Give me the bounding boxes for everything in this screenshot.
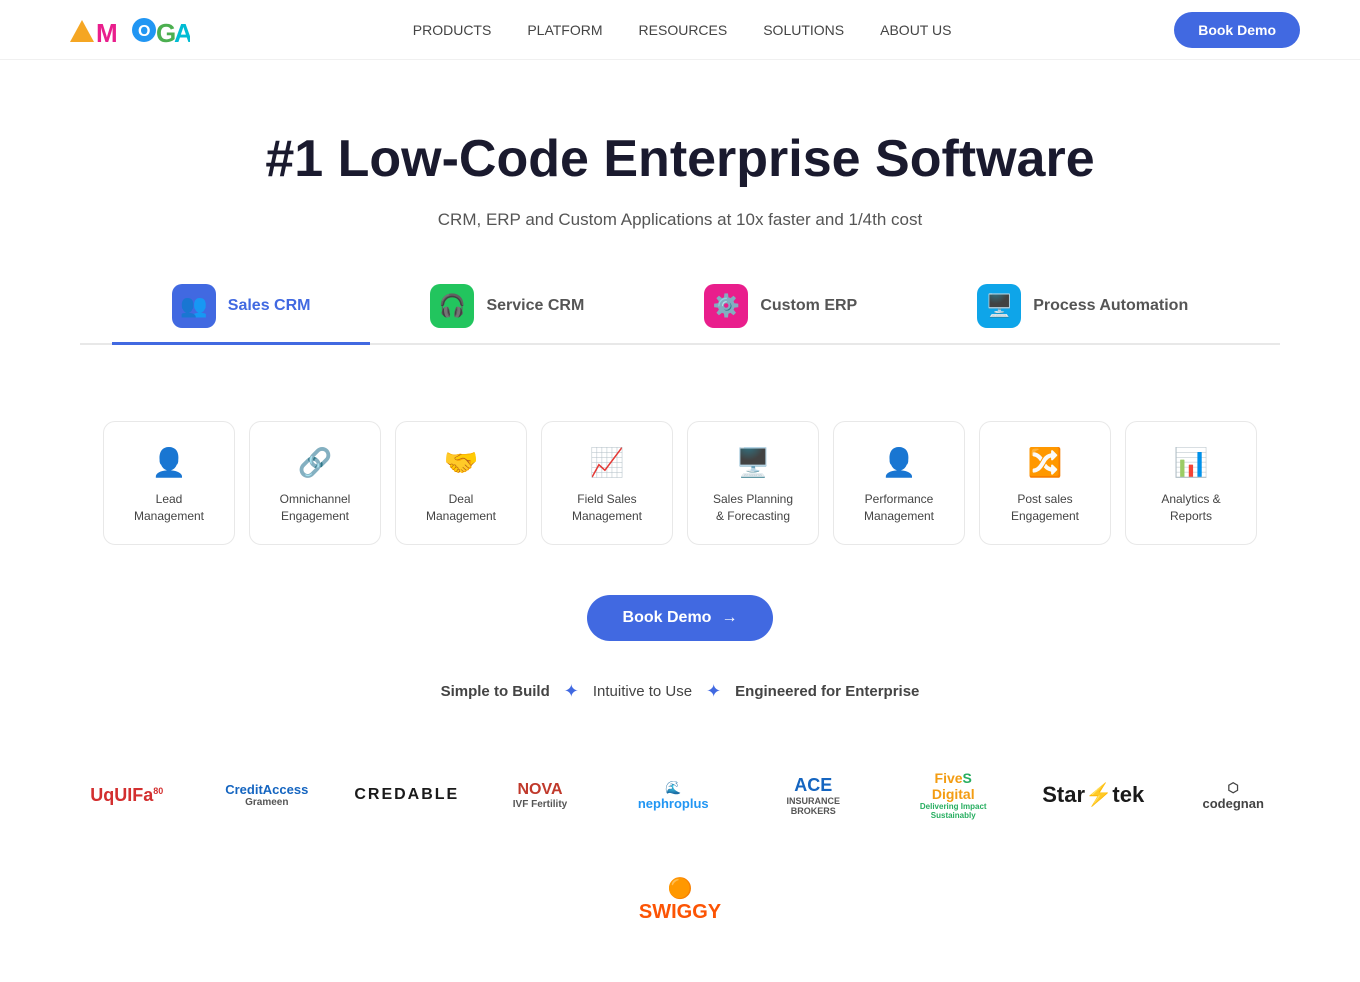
feature-performance-management[interactable]: 👤 PerformanceManagement bbox=[833, 421, 965, 546]
logo-credable: CREDABLE bbox=[357, 778, 457, 812]
logo-nephroplus-text: 🌊 nephroplus bbox=[638, 780, 709, 811]
logo-swiggy: 🟠 SWIGGY bbox=[630, 868, 730, 932]
hero-book-demo-button[interactable]: Book Demo → bbox=[587, 595, 774, 641]
logo-startek-text: Star⚡tek bbox=[1042, 782, 1144, 808]
nav-solutions[interactable]: SOLUTIONS bbox=[763, 22, 844, 38]
feature-sales-planning[interactable]: 🖥️ Sales Planning& Forecasting bbox=[687, 421, 819, 546]
logo-o-text: O bbox=[138, 23, 150, 40]
logo-svg: M O G A bbox=[60, 10, 190, 50]
field-sales-icon: 📈 bbox=[590, 446, 625, 479]
book-demo-label: Book Demo bbox=[623, 609, 712, 627]
logo-startek: Star⚡tek bbox=[1043, 774, 1143, 816]
book-demo-arrow: → bbox=[721, 609, 737, 627]
feature-deal-management[interactable]: 🤝 DealManagement bbox=[395, 421, 527, 546]
sales-planning-label: Sales Planning& Forecasting bbox=[713, 491, 793, 525]
process-automation-icon: 🖥️ bbox=[977, 284, 1021, 328]
feature-field-sales[interactable]: 📈 Field SalesManagement bbox=[541, 421, 673, 546]
lead-management-label: LeadManagement bbox=[134, 491, 204, 525]
nav-products[interactable]: PRODUCTS bbox=[413, 22, 492, 38]
nav-resources[interactable]: RESOURCES bbox=[639, 22, 728, 38]
logo-ace: ACE INSURANCE BROKERS bbox=[763, 767, 863, 824]
custom-erp-icon: ⚙️ bbox=[704, 284, 748, 328]
tagline-section: Simple to Build ✦ Intuitive to Use ✦ Eng… bbox=[0, 661, 1360, 722]
tab-service-crm[interactable]: 🎧 Service CRM bbox=[370, 270, 644, 345]
tagline-dot2: ✦ bbox=[706, 681, 721, 702]
logo-uquifa: UqUIFa80 bbox=[77, 777, 177, 814]
tab-service-crm-label: Service CRM bbox=[486, 297, 584, 315]
tab-process-automation-label: Process Automation bbox=[1033, 297, 1188, 315]
feature-analytics[interactable]: 📊 Analytics &Reports bbox=[1125, 421, 1257, 546]
logo-codegnan: ⬡ codegnan bbox=[1183, 772, 1283, 819]
deal-management-label: DealManagement bbox=[426, 491, 496, 525]
logo-a2: A bbox=[174, 18, 190, 48]
tagline-part2: Intuitive to Use bbox=[593, 683, 692, 700]
tab-sales-crm[interactable]: 👥 Sales CRM bbox=[112, 270, 371, 345]
field-sales-label: Field SalesManagement bbox=[572, 491, 642, 525]
sales-planning-icon: 🖥️ bbox=[736, 446, 771, 479]
feature-post-sales[interactable]: 🔀 Post salesEngagement bbox=[979, 421, 1111, 546]
deal-management-icon: 🤝 bbox=[444, 446, 479, 479]
tab-custom-erp[interactable]: ⚙️ Custom ERP bbox=[644, 270, 917, 345]
nav-about[interactable]: ABOUT US bbox=[880, 22, 951, 38]
hero-section: #1 Low-Code Enterprise Software CRM, ERP… bbox=[0, 60, 1360, 385]
feature-cards: 👤 LeadManagement 🔗 OmnichannelEngagement… bbox=[40, 385, 1320, 566]
product-tabs: 👥 Sales CRM 🎧 Service CRM ⚙️ Custom ERP … bbox=[80, 270, 1280, 345]
logo-uquifa-text: UqUIFa80 bbox=[90, 785, 163, 806]
feature-lead-management[interactable]: 👤 LeadManagement bbox=[103, 421, 235, 546]
logo-nova: NOVA IVF Fertility bbox=[497, 773, 583, 818]
lead-management-icon: 👤 bbox=[152, 446, 187, 479]
performance-management-label: PerformanceManagement bbox=[864, 491, 934, 525]
logo-swiggy-text: 🟠 SWIGGY bbox=[639, 876, 721, 924]
logo-fives-text: FiveS Digital Delivering Impact Sustaina… bbox=[919, 770, 987, 820]
tab-process-automation[interactable]: 🖥️ Process Automation bbox=[917, 270, 1248, 345]
performance-management-icon: 👤 bbox=[882, 446, 917, 479]
post-sales-icon: 🔀 bbox=[1028, 446, 1063, 479]
nav-platform[interactable]: PLATFORM bbox=[527, 22, 602, 38]
logo-m: M bbox=[96, 18, 118, 48]
logo-credable-text: CREDABLE bbox=[354, 786, 459, 804]
logo-fives: FiveS Digital Delivering Impact Sustaina… bbox=[903, 762, 1003, 828]
omnichannel-icon: 🔗 bbox=[298, 446, 333, 479]
tagline-part3: Engineered for Enterprise bbox=[735, 683, 919, 700]
logo-ace-text: ACE INSURANCE BROKERS bbox=[779, 775, 847, 816]
navbar: M O G A PRODUCTS PLATFORM RESOURCES SOLU… bbox=[0, 0, 1360, 60]
logo-creditaccess: CreditAccess Grameen bbox=[217, 774, 317, 816]
sales-crm-icon: 👥 bbox=[172, 284, 216, 328]
logo: M O G A bbox=[60, 10, 190, 50]
logo-nephroplus: 🌊 nephroplus bbox=[623, 772, 723, 819]
nav-links: PRODUCTS PLATFORM RESOURCES SOLUTIONS AB… bbox=[413, 22, 952, 38]
logo-triangle bbox=[70, 20, 94, 42]
service-crm-icon: 🎧 bbox=[430, 284, 474, 328]
client-logos: UqUIFa80 CreditAccess Grameen CREDABLE N… bbox=[0, 722, 1360, 982]
nav-book-demo-button[interactable]: Book Demo bbox=[1174, 12, 1300, 48]
logo-codegnan-text: ⬡ codegnan bbox=[1199, 780, 1267, 811]
hero-headline: #1 Low-Code Enterprise Software bbox=[20, 130, 1340, 190]
analytics-icon: 📊 bbox=[1174, 446, 1209, 479]
logo-creditaccess-text: CreditAccess Grameen bbox=[225, 782, 308, 808]
omnichannel-label: OmnichannelEngagement bbox=[280, 491, 351, 525]
feature-omnichannel[interactable]: 🔗 OmnichannelEngagement bbox=[249, 421, 381, 546]
tagline-dot1: ✦ bbox=[564, 681, 579, 702]
analytics-label: Analytics &Reports bbox=[1161, 491, 1220, 525]
cta-section: Book Demo → bbox=[0, 565, 1360, 661]
tab-sales-crm-label: Sales CRM bbox=[228, 297, 311, 315]
logo-nova-text: NOVA IVF Fertility bbox=[513, 781, 567, 810]
tagline-part1: Simple to Build bbox=[441, 683, 550, 700]
post-sales-label: Post salesEngagement bbox=[1011, 491, 1079, 525]
hero-subtext: CRM, ERP and Custom Applications at 10x … bbox=[20, 210, 1340, 230]
tab-custom-erp-label: Custom ERP bbox=[760, 297, 857, 315]
